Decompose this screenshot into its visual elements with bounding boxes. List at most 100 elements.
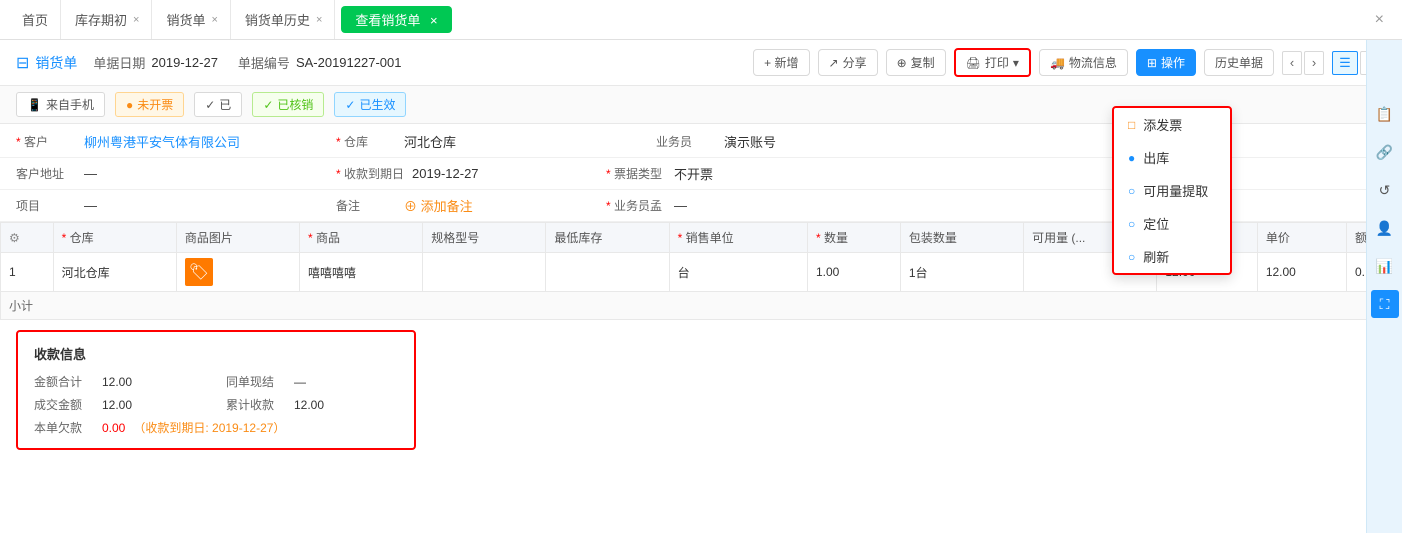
check-button[interactable]: ✓ 已 [194, 92, 242, 117]
doc-number-label: 单据编号 [238, 53, 290, 72]
new-button[interactable]: + 新增 [753, 49, 809, 76]
staff-label: 业务员 [656, 133, 716, 150]
tab-sales-close[interactable]: × [211, 14, 217, 26]
settlement-row: 同单现结 — [226, 373, 398, 390]
nav-arrows: ‹ › [1282, 51, 1324, 75]
dropdown-add-invoice[interactable]: □ 添发票 [1114, 108, 1230, 141]
dropdown-available[interactable]: ○ 可用量提取 [1114, 174, 1230, 207]
project-value: — [84, 198, 97, 213]
project-label: 项目 [16, 197, 76, 214]
row-min-stock [546, 253, 669, 292]
tab-view-sales-close[interactable]: × [430, 13, 438, 28]
sidebar-refresh-icon[interactable]: ↺ [1371, 176, 1399, 204]
customer-label: 客户 [16, 133, 76, 150]
doc-number: 单据编号 SA-20191227-001 [238, 53, 402, 72]
operate-button[interactable]: ⊞ 操作 [1136, 49, 1196, 76]
payment-date-label: 收款到期日 [336, 165, 404, 182]
row-unit: 台 [669, 253, 807, 292]
note-label: 备注 [336, 197, 396, 214]
settlement-label: 同单现结 [226, 373, 286, 390]
add-note-button[interactable]: ⊕ 添加备注 [404, 196, 473, 215]
doc-meta: 单据日期 2019-12-27 单据编号 SA-20191227-001 [93, 53, 737, 72]
tab-history-label: 销货单历史 [245, 10, 310, 29]
tab-history[interactable]: 销货单历史 × [233, 0, 335, 39]
project-field: 项目 — [16, 196, 316, 215]
tab-home[interactable]: 首页 [10, 0, 61, 39]
staff2-value: — [674, 198, 687, 213]
address-field: 客户地址 — [16, 164, 316, 183]
phone-icon: 📱 [27, 98, 42, 112]
dropdown-locate[interactable]: ○ 定位 [1114, 207, 1230, 240]
effective-badge: ✓ 已生效 [334, 92, 406, 117]
tab-inventory[interactable]: 库存期初 × [63, 0, 152, 39]
from-phone-button[interactable]: 📱 来自手机 [16, 92, 105, 117]
history-button[interactable]: 历史单据 [1204, 49, 1274, 76]
cumulative-value: 12.00 [294, 398, 324, 412]
subtotal-label: 小计 [1, 292, 1402, 320]
ticket-field: 票据类型 不开票 [606, 164, 906, 183]
dropdown-outbound[interactable]: ● 出库 [1114, 141, 1230, 174]
tab-view-sales-label: 查看销货单 [355, 13, 420, 28]
warehouse-label: 仓库 [336, 133, 396, 150]
row-spec [423, 253, 546, 292]
row-product: 嘻嘻嘻嘻 [300, 253, 423, 292]
check-icon: ✓ [205, 98, 215, 112]
col-warehouse: * 仓库 [53, 223, 176, 253]
settlement-value: — [294, 375, 306, 389]
col-spec: 规格型号 [423, 223, 546, 253]
tab-history-close[interactable]: × [316, 14, 322, 26]
print-button[interactable]: 🖨 打印 ▾ [954, 48, 1031, 77]
due-label: 本单欠款 [34, 419, 94, 436]
sidebar-fullscreen-icon[interactable]: ⛶ [1371, 290, 1399, 318]
window-close-button[interactable]: × [1367, 11, 1392, 29]
toolbar: + 新增 ↗ 分享 ⊕ 复制 🖨 打印 ▾ 🚚 物流信息 [753, 48, 1386, 77]
sidebar-doc-icon[interactable]: 📋 [1371, 100, 1399, 128]
logistics-icon: 🚚 [1050, 56, 1065, 70]
copy-button[interactable]: ⊕ 复制 [886, 49, 946, 76]
row-pack-qty: 1台 [900, 253, 1023, 292]
row-no: 1 [1, 253, 54, 292]
payment-date-value: 2019-12-27 [412, 166, 479, 181]
tab-home-label: 首页 [22, 10, 48, 29]
doc-header: ⊟ 销货单 单据日期 2019-12-27 单据编号 SA-20191227-0… [0, 40, 1402, 86]
sidebar-link-icon[interactable]: 🔗 [1371, 138, 1399, 166]
row-product-img: 🏷 [176, 253, 299, 292]
print-icon: 🖨 [966, 56, 981, 70]
col-unit: * 销售单位 [669, 223, 807, 253]
sidebar-chart-icon[interactable]: 📊 [1371, 252, 1399, 280]
verified-badge: ✓ 已核销 [252, 92, 324, 117]
refresh-icon: ○ [1128, 250, 1135, 264]
staff2-field: 业务员孟 — [606, 196, 906, 215]
col-qty: * 数量 [807, 223, 900, 253]
tab-view-sales[interactable]: 查看销货单 × [341, 6, 451, 33]
doc-title-text: 销货单 [35, 53, 77, 73]
invoice-icon: □ [1128, 118, 1135, 132]
transaction-label: 成交金额 [34, 396, 94, 413]
share-button[interactable]: ↗ 分享 [818, 49, 878, 76]
payment-date-field: 收款到期日 2019-12-27 [336, 164, 586, 183]
locate-icon: ○ [1128, 217, 1135, 231]
dropdown-refresh[interactable]: ○ 刷新 [1114, 240, 1230, 273]
row-qty: 1.00 [807, 253, 900, 292]
logistics-button[interactable]: 🚚 物流信息 [1039, 49, 1128, 76]
doc-date-value: 2019-12-27 [151, 55, 218, 70]
transaction-value: 12.00 [102, 398, 132, 412]
prev-button[interactable]: ‹ [1282, 51, 1302, 75]
col-price: 单价 [1257, 223, 1346, 253]
list-view-button[interactable]: ☰ [1332, 51, 1358, 75]
doc-date-label: 单据日期 [93, 53, 145, 72]
ticket-label: 票据类型 [606, 165, 666, 182]
gear-icon[interactable]: ⚙ [9, 231, 20, 245]
next-button[interactable]: › [1304, 51, 1324, 75]
customer-field: 客户 柳州粤港平安气体有限公司 [16, 132, 316, 151]
staff-value: 演示账号 [724, 132, 776, 151]
product-image: 🏷 [185, 258, 213, 286]
tab-inventory-close[interactable]: × [133, 14, 139, 26]
row-warehouse: 河北仓库 [53, 253, 176, 292]
subtotal-row: 小计 [1, 292, 1402, 320]
doc-date: 单据日期 2019-12-27 [93, 53, 218, 72]
sidebar-user-icon[interactable]: 👤 [1371, 214, 1399, 242]
tab-sales[interactable]: 销货单 × [154, 0, 230, 39]
customer-value[interactable]: 柳州粤港平安气体有限公司 [84, 132, 240, 151]
doc-title: ⊟ 销货单 [16, 53, 77, 73]
